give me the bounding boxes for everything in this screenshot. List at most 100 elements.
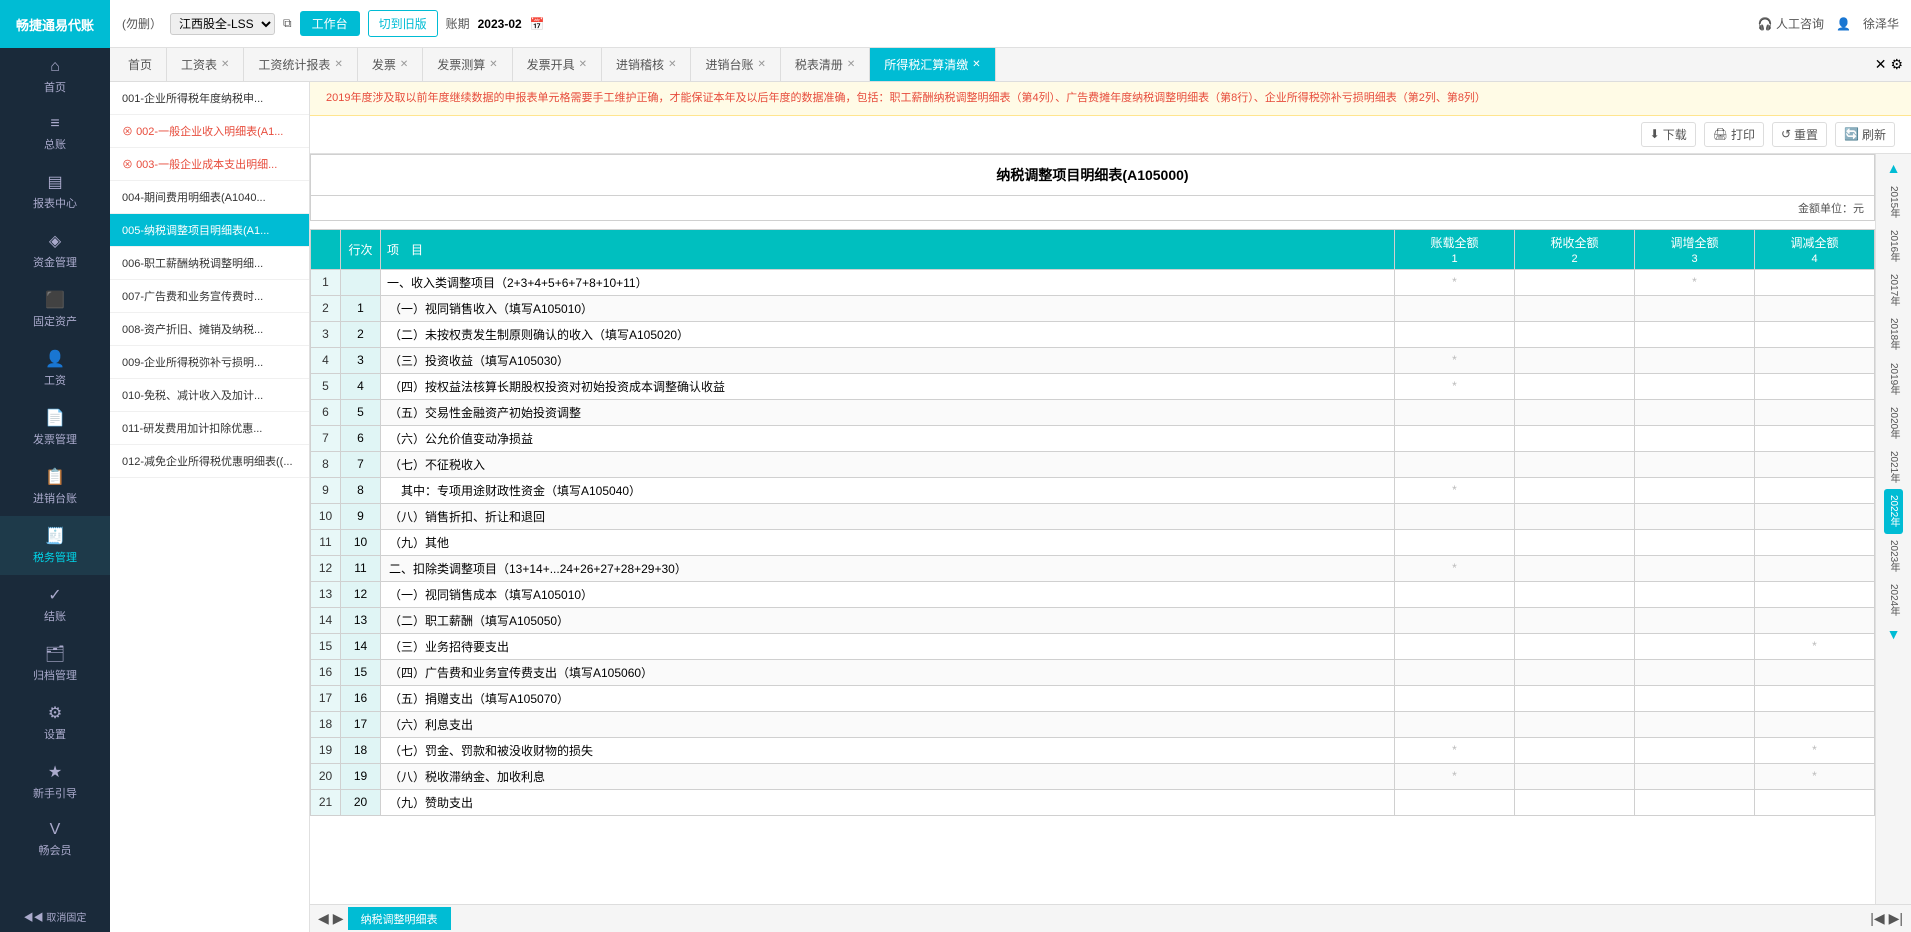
cell-c2[interactable] <box>1515 789 1635 815</box>
sidebar-item-ledger[interactable]: ≡总账 <box>0 105 110 162</box>
cell-c3[interactable] <box>1635 399 1755 425</box>
tab-close-input-check[interactable]: ✕ <box>668 59 676 70</box>
year-item-2017[interactable]: 2017年 <box>1884 268 1903 312</box>
tab-close-payroll-stats[interactable]: ✕ <box>334 59 342 70</box>
cell-c3[interactable] <box>1635 581 1755 607</box>
tab-close-invoice-open[interactable]: ✕ <box>579 59 587 70</box>
year-item-2016[interactable]: 2016年 <box>1884 224 1903 268</box>
left-panel-item-001[interactable]: 001-企业所得税年度纳税申... <box>110 82 309 115</box>
cell-c1[interactable] <box>1395 503 1515 529</box>
cell-c2[interactable] <box>1515 425 1635 451</box>
cell-c1[interactable]: * <box>1395 269 1515 295</box>
cell-c2[interactable] <box>1515 607 1635 633</box>
cell-c1[interactable] <box>1395 321 1515 347</box>
cell-c1[interactable] <box>1395 633 1515 659</box>
cell-c1[interactable]: * <box>1395 477 1515 503</box>
left-panel-item-009[interactable]: 009-企业所得税弥补亏损明... <box>110 346 309 379</box>
cell-c3[interactable] <box>1635 477 1755 503</box>
download-button[interactable]: ⬇ 下载 <box>1641 122 1696 147</box>
cell-c3[interactable] <box>1635 763 1755 789</box>
cell-c2[interactable] <box>1515 555 1635 581</box>
cell-c4[interactable] <box>1755 555 1875 581</box>
cell-c3[interactable] <box>1635 607 1755 633</box>
sidebar-item-report[interactable]: ▤报表中心 <box>0 162 110 221</box>
sidebar-item-member[interactable]: V畅会员 <box>0 811 110 868</box>
cell-c4[interactable] <box>1755 425 1875 451</box>
cell-c3[interactable] <box>1635 295 1755 321</box>
sidebar-item-tax-mgmt[interactable]: 🧾税务管理 <box>0 516 110 575</box>
cell-c1[interactable]: * <box>1395 373 1515 399</box>
sheet-scroll-left[interactable]: |◀ <box>1870 910 1884 927</box>
cell-c4[interactable]: * <box>1755 633 1875 659</box>
sidebar-item-closing[interactable]: ✓结账 <box>0 575 110 634</box>
tab-payroll[interactable]: 工资表 ✕ <box>167 48 244 81</box>
tab-payroll-stats[interactable]: 工资统计报表 ✕ <box>244 48 357 81</box>
sidebar-item-new-guide[interactable]: ★新手引导 <box>0 752 110 811</box>
cell-c4[interactable] <box>1755 711 1875 737</box>
sidebar-item-home[interactable]: ⌂首页 <box>0 48 110 105</box>
cell-c1[interactable] <box>1395 685 1515 711</box>
cell-c4[interactable] <box>1755 581 1875 607</box>
reset-button[interactable]: ↺ 重置 <box>1772 122 1827 147</box>
left-panel-item-011[interactable]: 011-研发费用加计扣除优惠... <box>110 412 309 445</box>
unpin-button[interactable]: ◀◀ 取消固定 <box>0 901 110 932</box>
year-item-2019[interactable]: 2019年 <box>1884 357 1903 401</box>
cell-c2[interactable] <box>1515 737 1635 763</box>
cell-c2[interactable] <box>1515 659 1635 685</box>
left-panel-item-003[interactable]: ⊗ 003-一般企业成本支出明细... <box>110 148 309 181</box>
year-item-2020[interactable]: 2020年 <box>1884 401 1903 445</box>
cell-c1[interactable] <box>1395 399 1515 425</box>
tab-income-tax[interactable]: 所得税汇算清缴 ✕ <box>870 48 995 81</box>
cell-c3[interactable] <box>1635 347 1755 373</box>
left-panel-item-007[interactable]: 007-广告费和业务宣传费时... <box>110 280 309 313</box>
sheet-nav-left[interactable]: ◀ <box>318 910 329 927</box>
cell-c4[interactable] <box>1755 529 1875 555</box>
cell-c4[interactable]: * <box>1755 737 1875 763</box>
cell-c3[interactable] <box>1635 555 1755 581</box>
left-panel-item-008[interactable]: 008-资产折旧、摊销及纳税... <box>110 313 309 346</box>
table-wrapper[interactable]: 纳税调整项目明细表(A105000) 金额单位：元 行次 <box>310 154 1875 905</box>
cell-c4[interactable] <box>1755 373 1875 399</box>
cell-c3[interactable] <box>1635 529 1755 555</box>
sidebar-item-input-ledger[interactable]: 📋进销台账 <box>0 457 110 516</box>
cell-c2[interactable] <box>1515 321 1635 347</box>
year-item-2023[interactable]: 2023年 <box>1884 534 1903 578</box>
year-item-2021[interactable]: 2021年 <box>1884 445 1903 489</box>
sidebar-item-invoice-mgmt[interactable]: 📄发票管理 <box>0 398 110 457</box>
cell-c3[interactable] <box>1635 659 1755 685</box>
cell-c1[interactable] <box>1395 295 1515 321</box>
cell-c3[interactable] <box>1635 737 1755 763</box>
cell-c4[interactable] <box>1755 659 1875 685</box>
cell-c2[interactable] <box>1515 269 1635 295</box>
cell-c2[interactable] <box>1515 503 1635 529</box>
cell-c1[interactable] <box>1395 581 1515 607</box>
calendar-icon[interactable]: 📅 <box>530 17 545 31</box>
cell-c2[interactable] <box>1515 685 1635 711</box>
cell-c1[interactable]: * <box>1395 763 1515 789</box>
cell-c1[interactable] <box>1395 529 1515 555</box>
cell-c4[interactable] <box>1755 503 1875 529</box>
cell-c1[interactable] <box>1395 607 1515 633</box>
tab-input-check[interactable]: 进销稽核 ✕ <box>602 48 691 81</box>
tab-close-invoice[interactable]: ✕ <box>400 59 408 70</box>
tab-close-payroll[interactable]: ✕ <box>221 59 229 70</box>
cell-c1[interactable]: * <box>1395 737 1515 763</box>
tab-close-income-tax[interactable]: ✕ <box>972 59 980 70</box>
cell-c3[interactable] <box>1635 425 1755 451</box>
sidebar-item-payroll[interactable]: 👤工资 <box>0 339 110 398</box>
user-avatar[interactable]: 👤 <box>1836 17 1851 31</box>
cell-c1[interactable]: * <box>1395 347 1515 373</box>
cell-c4[interactable] <box>1755 321 1875 347</box>
cell-c4[interactable] <box>1755 477 1875 503</box>
cell-c1[interactable]: * <box>1395 555 1515 581</box>
cell-c2[interactable] <box>1515 295 1635 321</box>
year-nav-down[interactable]: ▼ <box>1885 624 1903 644</box>
cell-c3[interactable] <box>1635 451 1755 477</box>
cell-c4[interactable] <box>1755 685 1875 711</box>
left-panel-item-004[interactable]: 004-期间费用明细表(A1040... <box>110 181 309 214</box>
year-item-2018[interactable]: 2018年 <box>1884 312 1903 356</box>
cell-c3[interactable] <box>1635 633 1755 659</box>
cell-c2[interactable] <box>1515 633 1635 659</box>
year-item-2015[interactable]: 2015年 <box>1884 180 1903 224</box>
cell-c1[interactable] <box>1395 659 1515 685</box>
